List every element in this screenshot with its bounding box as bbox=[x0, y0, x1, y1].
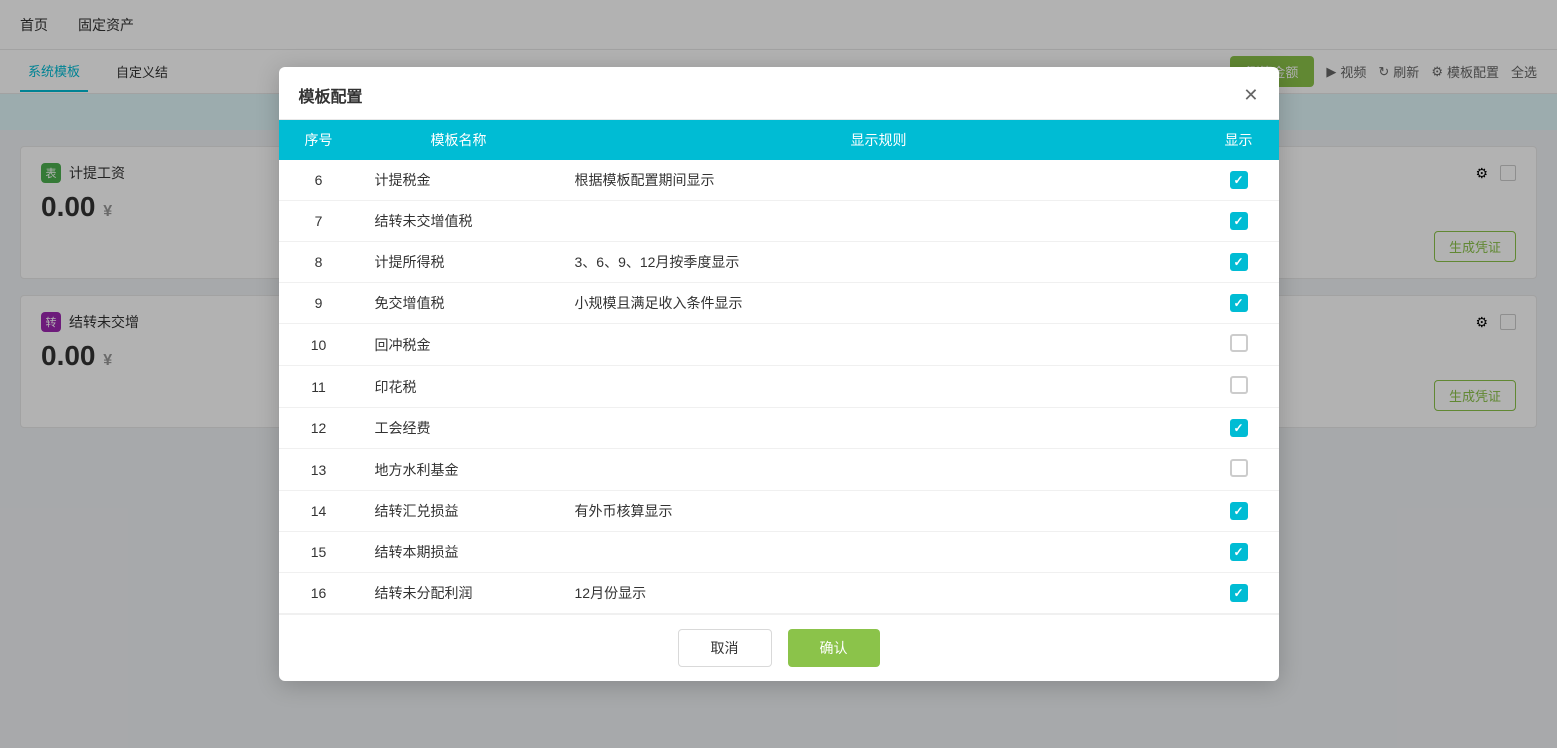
cell-checkbox bbox=[1199, 366, 1279, 408]
table-scroll-area[interactable]: 序号 模板名称 显示规则 显示 6计提税金根据模板配置期间显示7结转未交增值税8… bbox=[279, 120, 1279, 614]
cell-seq: 8 bbox=[279, 242, 359, 283]
table-body: 6计提税金根据模板配置期间显示7结转未交增值税8计提所得税3、6、9、12月按季… bbox=[279, 160, 1279, 614]
cell-checkbox bbox=[1199, 324, 1279, 366]
cell-seq: 14 bbox=[279, 491, 359, 532]
cell-rule bbox=[559, 201, 1199, 242]
checkbox-checked[interactable] bbox=[1230, 171, 1248, 189]
cell-seq: 12 bbox=[279, 408, 359, 449]
checkbox-unchecked[interactable] bbox=[1230, 334, 1248, 352]
table-row: 7结转未交增值税 bbox=[279, 201, 1279, 242]
cell-checkbox bbox=[1199, 449, 1279, 491]
checkbox-checked[interactable] bbox=[1230, 419, 1248, 437]
cell-seq: 7 bbox=[279, 201, 359, 242]
table-row: 14结转汇兑损益有外币核算显示 bbox=[279, 491, 1279, 532]
cell-checkbox bbox=[1199, 283, 1279, 324]
cell-name: 印花税 bbox=[359, 366, 559, 408]
table-row: 15结转本期损益 bbox=[279, 532, 1279, 573]
table-row: 8计提所得税3、6、9、12月按季度显示 bbox=[279, 242, 1279, 283]
cell-name: 计提所得税 bbox=[359, 242, 559, 283]
cell-name: 结转未交增值税 bbox=[359, 201, 559, 242]
cell-rule: 小规模且满足收入条件显示 bbox=[559, 283, 1199, 324]
dialog-title: 模板配置 bbox=[299, 83, 363, 107]
checkbox-checked[interactable] bbox=[1230, 253, 1248, 271]
cell-checkbox bbox=[1199, 201, 1279, 242]
cell-name: 地方水利基金 bbox=[359, 449, 559, 491]
template-config-dialog: 模板配置 ✕ 序号 模板名称 显示规则 显示 bbox=[279, 67, 1279, 681]
cell-rule: 有外币核算显示 bbox=[559, 491, 1199, 532]
cell-checkbox bbox=[1199, 573, 1279, 614]
cell-seq: 6 bbox=[279, 160, 359, 201]
cell-seq: 11 bbox=[279, 366, 359, 408]
table-row: 11印花税 bbox=[279, 366, 1279, 408]
dialog-close-button[interactable]: ✕ bbox=[1243, 86, 1258, 104]
checkbox-checked[interactable] bbox=[1230, 294, 1248, 312]
table-row: 12工会经费 bbox=[279, 408, 1279, 449]
cell-rule bbox=[559, 366, 1199, 408]
cell-rule: 根据模板配置期间显示 bbox=[559, 160, 1199, 201]
checkbox-unchecked[interactable] bbox=[1230, 376, 1248, 394]
cell-seq: 13 bbox=[279, 449, 359, 491]
cell-seq: 9 bbox=[279, 283, 359, 324]
dialog-header: 模板配置 ✕ bbox=[279, 67, 1279, 120]
cell-rule: 12月份显示 bbox=[559, 573, 1199, 614]
checkbox-unchecked[interactable] bbox=[1230, 459, 1248, 477]
checkbox-checked[interactable] bbox=[1230, 584, 1248, 602]
modal-overlay: 模板配置 ✕ 序号 模板名称 显示规则 显示 bbox=[0, 0, 1557, 748]
cell-checkbox bbox=[1199, 242, 1279, 283]
cell-name: 工会经费 bbox=[359, 408, 559, 449]
cell-seq: 16 bbox=[279, 573, 359, 614]
cell-name: 免交增值税 bbox=[359, 283, 559, 324]
table-row: 6计提税金根据模板配置期间显示 bbox=[279, 160, 1279, 201]
table-row: 10回冲税金 bbox=[279, 324, 1279, 366]
table-row: 9免交增值税小规模且满足收入条件显示 bbox=[279, 283, 1279, 324]
cell-checkbox bbox=[1199, 160, 1279, 201]
cell-name: 计提税金 bbox=[359, 160, 559, 201]
cell-name: 结转汇兑损益 bbox=[359, 491, 559, 532]
checkbox-checked[interactable] bbox=[1230, 212, 1248, 230]
dialog-body: 序号 模板名称 显示规则 显示 6计提税金根据模板配置期间显示7结转未交增值税8… bbox=[279, 120, 1279, 614]
cell-name: 结转本期损益 bbox=[359, 532, 559, 573]
col-name: 模板名称 bbox=[359, 120, 559, 160]
cell-name: 结转未分配利润 bbox=[359, 573, 559, 614]
cell-checkbox bbox=[1199, 408, 1279, 449]
config-table: 序号 模板名称 显示规则 显示 6计提税金根据模板配置期间显示7结转未交增值税8… bbox=[279, 120, 1279, 614]
cell-seq: 10 bbox=[279, 324, 359, 366]
table-header: 序号 模板名称 显示规则 显示 bbox=[279, 120, 1279, 160]
cell-checkbox bbox=[1199, 491, 1279, 532]
cell-name: 回冲税金 bbox=[359, 324, 559, 366]
checkbox-checked[interactable] bbox=[1230, 543, 1248, 561]
cell-rule bbox=[559, 532, 1199, 573]
cell-seq: 15 bbox=[279, 532, 359, 573]
cell-rule bbox=[559, 408, 1199, 449]
col-seq: 序号 bbox=[279, 120, 359, 160]
table-row: 13地方水利基金 bbox=[279, 449, 1279, 491]
dialog-footer: 取消 确认 bbox=[279, 614, 1279, 681]
cancel-button[interactable]: 取消 bbox=[678, 629, 772, 667]
background-page: 首页 固定资产 系统模板 自定义结 测算金额 ▶ 视频 ↻ 刷新 ⚙ 模板配置 … bbox=[0, 0, 1557, 748]
cell-checkbox bbox=[1199, 532, 1279, 573]
table-row: 16结转未分配利润12月份显示 bbox=[279, 573, 1279, 614]
checkbox-checked[interactable] bbox=[1230, 502, 1248, 520]
col-rule: 显示规则 bbox=[559, 120, 1199, 160]
confirm-button[interactable]: 确认 bbox=[788, 629, 880, 667]
cell-rule bbox=[559, 324, 1199, 366]
cell-rule: 3、6、9、12月按季度显示 bbox=[559, 242, 1199, 283]
cell-rule bbox=[559, 449, 1199, 491]
col-display: 显示 bbox=[1199, 120, 1279, 160]
